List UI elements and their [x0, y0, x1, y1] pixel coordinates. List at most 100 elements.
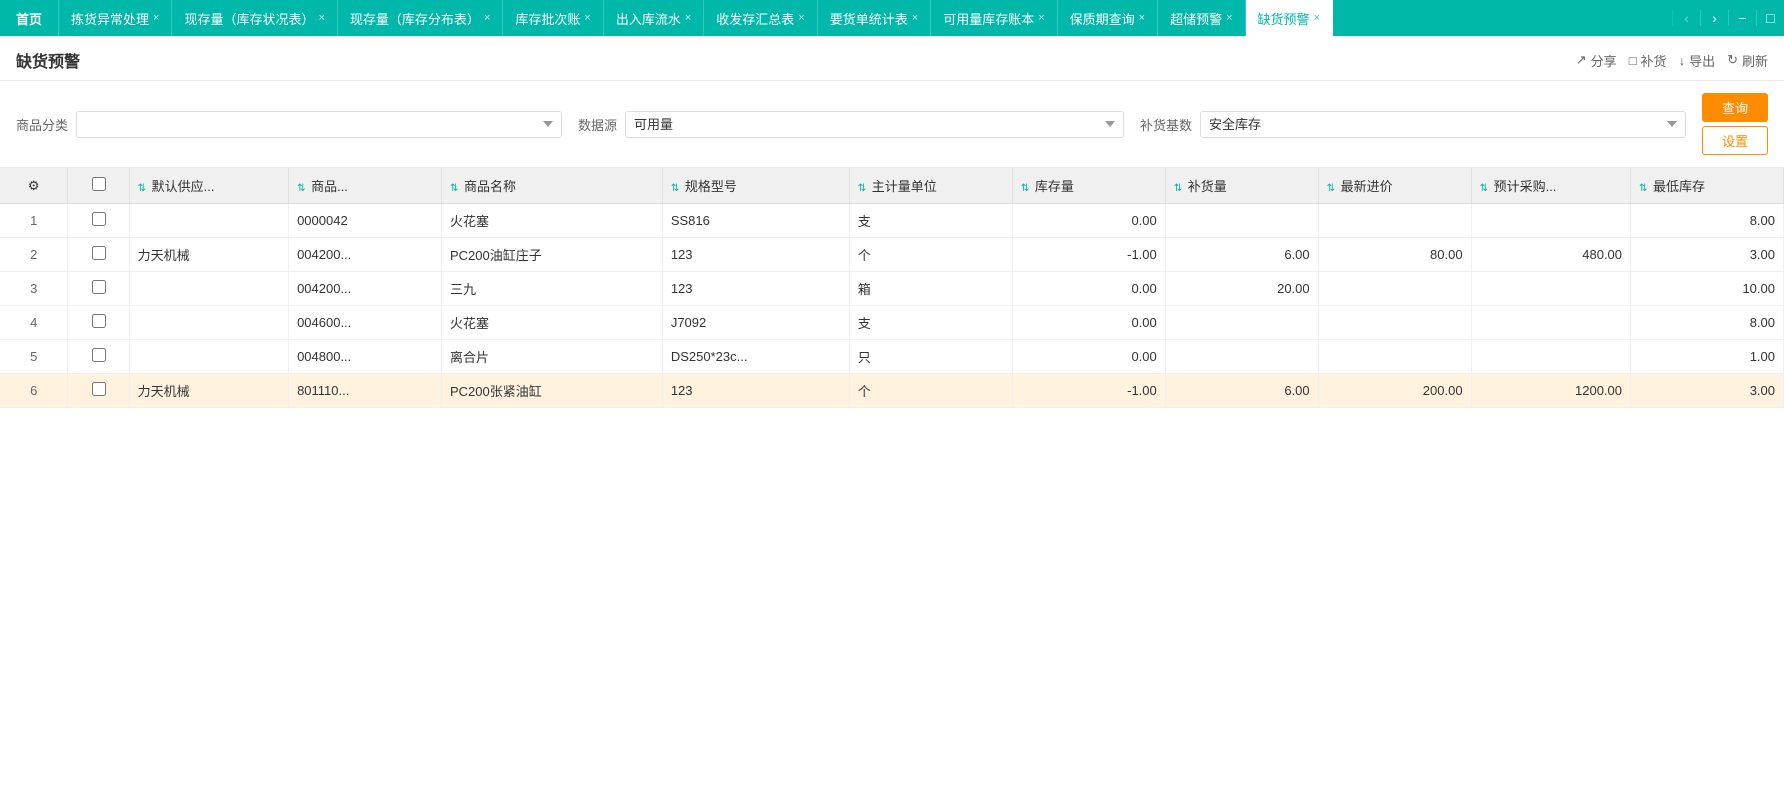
share-action[interactable]: ↗ 分享	[1576, 51, 1617, 70]
row-checkbox-2[interactable]	[68, 238, 129, 272]
gear-icon[interactable]: ⚙	[28, 178, 40, 193]
nav-maximize[interactable]: □	[1756, 10, 1784, 26]
sort-icon-latest-price: ⇅	[1327, 183, 1335, 194]
export-action[interactable]: ↓ 导出	[1679, 51, 1716, 70]
row-name-6: PC200张紧油缸	[441, 374, 662, 408]
table-row: 1 0000042 火花塞 SS816 支 0.00 8.00	[0, 204, 1784, 238]
sort-icon-supplier: ⇅	[138, 183, 146, 194]
row-est-purchase-4	[1471, 306, 1630, 340]
tab-label-1: 拣货异常处理	[71, 9, 149, 28]
row-check-3[interactable]	[92, 280, 106, 294]
nav-tab-6[interactable]: 收发存汇总表 ×	[704, 0, 817, 36]
row-unit-2: 个	[849, 238, 1012, 272]
nav-tab-2[interactable]: 现存量（库存状况表） ×	[172, 0, 337, 36]
row-supplier-2: 力天机械	[129, 238, 288, 272]
replenish-action[interactable]: □ 补货	[1629, 51, 1667, 70]
col-stock-label: 库存量	[1035, 179, 1074, 194]
nav-tab-10[interactable]: 超储预警 ×	[1158, 0, 1245, 36]
close-tab-2[interactable]: ×	[318, 12, 324, 24]
sort-icon-spec: ⇅	[671, 183, 679, 194]
close-tab-3[interactable]: ×	[484, 12, 490, 24]
nav-tab-11[interactable]: 缺货预警 ×	[1246, 0, 1333, 36]
close-tab-5[interactable]: ×	[685, 12, 691, 24]
col-supplier[interactable]: ⇅ 默认供应...	[129, 168, 288, 204]
col-est-purchase[interactable]: ⇅ 预计采购...	[1471, 168, 1630, 204]
query-button[interactable]: 查询	[1702, 93, 1768, 122]
col-name[interactable]: ⇅ 商品名称	[441, 168, 662, 204]
nav-tab-7[interactable]: 要货单统计表 ×	[818, 0, 931, 36]
row-est-purchase-6: 1200.00	[1471, 374, 1630, 408]
nav-next-arrow[interactable]: ›	[1700, 10, 1728, 26]
close-tab-7[interactable]: ×	[912, 12, 918, 24]
nav-tab-9[interactable]: 保质期查询 ×	[1058, 0, 1158, 36]
row-check-2[interactable]	[92, 246, 106, 260]
col-latest-price[interactable]: ⇅ 最新进价	[1318, 168, 1471, 204]
row-spec-6: 123	[662, 374, 849, 408]
row-replenish-3: 20.00	[1165, 272, 1318, 306]
col-supplier-label: 默认供应...	[152, 179, 215, 194]
nav-tab-5[interactable]: 出入库流水 ×	[604, 0, 704, 36]
col-min-stock[interactable]: ⇅ 最低库存	[1631, 168, 1784, 204]
row-spec-2: 123	[662, 238, 849, 272]
col-unit[interactable]: ⇅ 主计量单位	[849, 168, 1012, 204]
row-name-2: PC200油缸庄子	[441, 238, 662, 272]
nav-tab-8[interactable]: 可用量库存账本 ×	[931, 0, 1057, 36]
row-latest-price-4	[1318, 306, 1471, 340]
settings-button[interactable]: 设置	[1702, 126, 1768, 155]
refresh-icon: ↻	[1727, 52, 1738, 68]
datasource-filter-group: 数据源 可用量	[578, 111, 1124, 138]
row-replenish-6: 6.00	[1165, 374, 1318, 408]
table-row: 5 004800... 离合片 DS250*23c... 只 0.00 1.00	[0, 340, 1784, 374]
nav-tab-4[interactable]: 库存批次账 ×	[503, 0, 603, 36]
row-name-1: 火花塞	[441, 204, 662, 238]
row-supplier-4	[129, 306, 288, 340]
close-tab-6[interactable]: ×	[798, 12, 804, 24]
export-label: 导出	[1689, 51, 1715, 70]
row-spec-4: J7092	[662, 306, 849, 340]
row-check-6[interactable]	[92, 382, 106, 396]
col-settings[interactable]: ⚙	[0, 168, 68, 204]
row-checkbox-6[interactable]	[68, 374, 129, 408]
row-check-5[interactable]	[92, 348, 106, 362]
close-tab-9[interactable]: ×	[1139, 12, 1145, 24]
col-spec[interactable]: ⇅ 规格型号	[662, 168, 849, 204]
nav-prev-arrow[interactable]: ‹	[1672, 10, 1700, 26]
nav-tab-3[interactable]: 现存量（库存分布表） ×	[338, 0, 503, 36]
replenish-icon: □	[1629, 53, 1637, 68]
row-latest-price-3	[1318, 272, 1471, 306]
row-checkbox-3[interactable]	[68, 272, 129, 306]
row-check-1[interactable]	[92, 212, 106, 226]
top-nav: 首页 拣货异常处理 × 现存量（库存状况表） × 现存量（库存分布表） × 库存…	[0, 0, 1784, 36]
filter-bar: 商品分类 数据源 可用量 补货基数 安全库存 查询 设置	[0, 81, 1784, 168]
col-replenish[interactable]: ⇅ 补货量	[1165, 168, 1318, 204]
col-stock[interactable]: ⇅ 库存量	[1012, 168, 1165, 204]
home-label: 首页	[16, 9, 42, 28]
refresh-action[interactable]: ↻ 刷新	[1727, 51, 1768, 70]
row-check-4[interactable]	[92, 314, 106, 328]
select-all-checkbox[interactable]	[92, 177, 106, 191]
close-tab-4[interactable]: ×	[584, 12, 590, 24]
row-est-purchase-3	[1471, 272, 1630, 306]
row-num-3: 3	[0, 272, 68, 306]
close-tab-11[interactable]: ×	[1314, 12, 1320, 24]
close-tab-10[interactable]: ×	[1226, 12, 1232, 24]
col-code[interactable]: ⇅ 商品...	[289, 168, 442, 204]
datasource-select[interactable]: 可用量	[625, 111, 1124, 138]
close-tab-8[interactable]: ×	[1038, 12, 1044, 24]
table-row: 4 004600... 火花塞 J7092 支 0.00 8.00	[0, 306, 1784, 340]
nav-minimize[interactable]: −	[1728, 10, 1756, 26]
category-select[interactable]	[76, 111, 562, 138]
row-checkbox-5[interactable]	[68, 340, 129, 374]
row-checkbox-4[interactable]	[68, 306, 129, 340]
nav-tab-1[interactable]: 拣货异常处理 ×	[59, 0, 172, 36]
row-latest-price-1	[1318, 204, 1471, 238]
sort-icon-est-purchase: ⇅	[1480, 183, 1488, 194]
replenish-filter-group: 补货基数 安全库存	[1140, 111, 1686, 138]
sort-icon-replenish: ⇅	[1174, 183, 1182, 194]
row-est-purchase-5	[1471, 340, 1630, 374]
replenish-select[interactable]: 安全库存	[1200, 111, 1686, 138]
row-checkbox-1[interactable]	[68, 204, 129, 238]
nav-tab-home[interactable]: 首页	[0, 0, 59, 36]
share-icon: ↗	[1576, 52, 1587, 68]
close-tab-1[interactable]: ×	[153, 12, 159, 24]
